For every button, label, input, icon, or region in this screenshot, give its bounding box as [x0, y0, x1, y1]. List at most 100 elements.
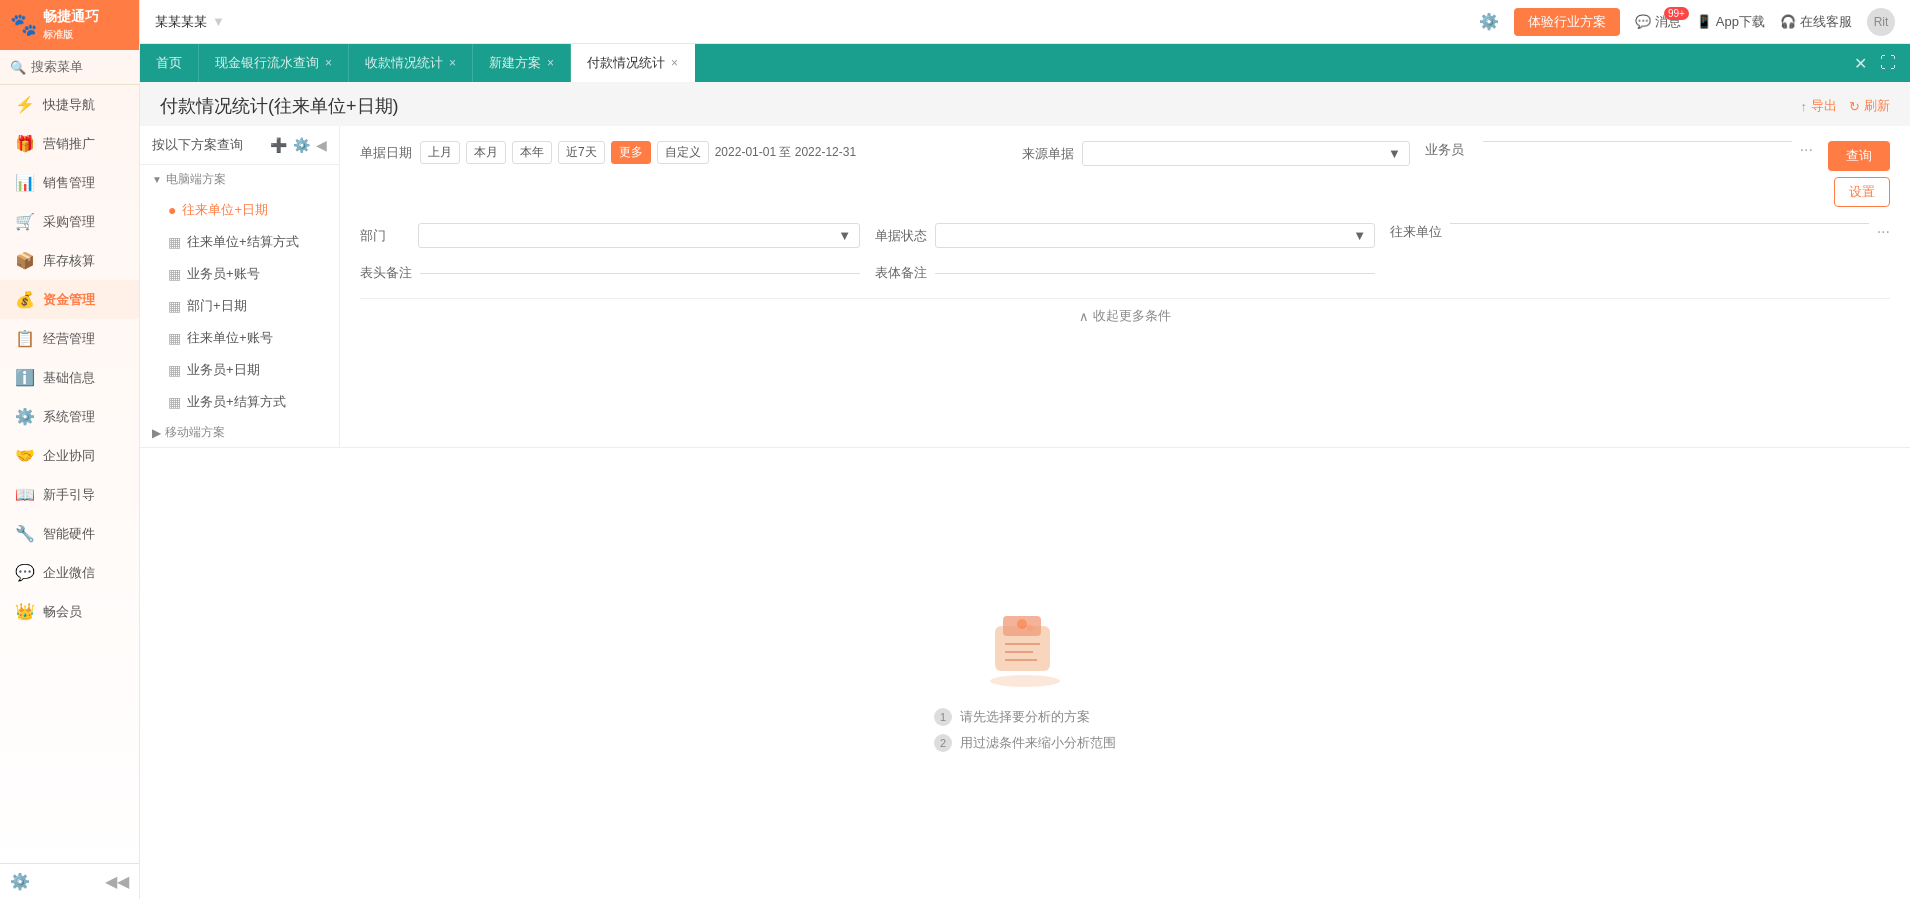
- hardware-icon: 🔧: [15, 524, 35, 543]
- sidebar-item-wechat[interactable]: 💬 企业微信: [0, 553, 139, 592]
- app-download-item[interactable]: 📱 App下载: [1696, 13, 1765, 31]
- avatar-text: Rit: [1874, 15, 1889, 29]
- sidebar-item-management[interactable]: 📋 经营管理: [0, 319, 139, 358]
- scheme-item-6[interactable]: ▦ 业务员+结算方式: [140, 386, 339, 418]
- scheme-group-mobile[interactable]: ▶ 移动端方案: [140, 418, 339, 447]
- message-item[interactable]: 💬 消息 99+: [1635, 13, 1681, 31]
- tab-payments[interactable]: 付款情况统计 ×: [571, 44, 695, 82]
- scheme-item-5-label: 业务员+日期: [187, 361, 260, 379]
- scheme-item-5[interactable]: ▦ 业务员+日期: [140, 354, 339, 386]
- salesman-input[interactable]: [1483, 141, 1792, 142]
- export-button[interactable]: ↑ 导出: [1801, 97, 1838, 115]
- collab-label: 企业协同: [43, 447, 95, 465]
- collapse-sidebar-icon[interactable]: ◀◀: [105, 872, 129, 891]
- gear-icon: ⚙️: [1479, 12, 1499, 31]
- member-icon: 👑: [15, 602, 35, 621]
- salesman-ellipsis[interactable]: ···: [1800, 141, 1813, 159]
- sidebar-item-collab[interactable]: 🤝 企业协同: [0, 436, 139, 475]
- dept-field: 部门 ▼: [360, 223, 860, 248]
- settings-scheme-icon[interactable]: ⚙️: [293, 137, 310, 153]
- filter-inner: 按以下方案查询 ➕ ⚙️ ◀ ▼ 电脑端方案 ● 往来单位+日期: [140, 126, 1910, 447]
- online-service-item[interactable]: 🎧 在线客服: [1780, 13, 1852, 31]
- sidebar-item-system[interactable]: ⚙️ 系统管理: [0, 397, 139, 436]
- partner-input[interactable]: [1450, 223, 1869, 224]
- collapse-bar[interactable]: ∧ 收起更多条件: [360, 298, 1890, 333]
- docstatus-select[interactable]: ▼: [935, 223, 1375, 248]
- tab-cashflow-close[interactable]: ×: [325, 57, 332, 69]
- dept-select[interactable]: ▼: [418, 223, 860, 248]
- date-btn-lastmonth[interactable]: 上月: [420, 141, 460, 164]
- tab-payments-close[interactable]: ×: [671, 57, 678, 69]
- source-field: 来源单据 ▼: [1022, 141, 1410, 166]
- dept-arrow: ▼: [838, 228, 851, 243]
- tab-receipts[interactable]: 收款情况统计 ×: [349, 44, 473, 82]
- topbar-gear[interactable]: ⚙️: [1479, 12, 1499, 31]
- collapse-scheme-icon[interactable]: ◀: [316, 137, 327, 153]
- search-icon: 🔍: [10, 60, 26, 75]
- export-icon: ↑: [1801, 99, 1808, 114]
- sidebar-item-guide[interactable]: 📖 新手引导: [0, 475, 139, 514]
- sidebar-item-base[interactable]: ℹ️ 基础信息: [0, 358, 139, 397]
- page-title: 付款情况统计(往来单位+日期): [160, 94, 399, 118]
- salesman-field: 业务员 ···: [1425, 141, 1813, 159]
- breadcrumb: 某某某某 ▼: [155, 13, 1464, 31]
- close-all-icon[interactable]: ✕: [1850, 54, 1871, 73]
- date-btn-custom[interactable]: 自定义: [657, 141, 709, 164]
- guide-icon: 📖: [15, 485, 35, 504]
- add-scheme-icon[interactable]: ➕: [270, 137, 287, 153]
- filter-row-3: 表头备注 表体备注: [360, 264, 1890, 282]
- filter-section: 按以下方案查询 ➕ ⚙️ ◀ ▼ 电脑端方案 ● 往来单位+日期: [140, 126, 1910, 448]
- partner-ellipsis[interactable]: ···: [1877, 223, 1890, 241]
- source-select[interactable]: ▼: [1082, 141, 1410, 166]
- tab-cashflow[interactable]: 现金银行流水查询 ×: [199, 44, 349, 82]
- tab-home[interactable]: 首页: [140, 44, 199, 82]
- header-note-input[interactable]: [420, 273, 860, 274]
- trial-button[interactable]: 体验行业方案: [1514, 8, 1620, 36]
- user-avatar[interactable]: Rit: [1867, 8, 1895, 36]
- settings-button[interactable]: 设置: [1834, 177, 1890, 207]
- tab-newscheme-close[interactable]: ×: [547, 57, 554, 69]
- search-menu[interactable]: 🔍 搜索菜单: [0, 50, 139, 85]
- app-logo: 🐾 畅捷通巧 标准版: [0, 0, 139, 50]
- body-note-input[interactable]: [935, 273, 1375, 274]
- group-mobile-label: 移动端方案: [165, 424, 225, 441]
- query-button[interactable]: 查询: [1828, 141, 1890, 171]
- tab-receipts-close[interactable]: ×: [449, 57, 456, 69]
- header-note-label: 表头备注: [360, 264, 412, 282]
- scheme-item-0[interactable]: ● 往来单位+日期: [140, 194, 339, 226]
- tab-receipts-label: 收款情况统计: [365, 54, 443, 72]
- sidebar-item-inventory[interactable]: 📦 库存核算: [0, 241, 139, 280]
- sidebar-item-sales[interactable]: 📊 销售管理: [0, 163, 139, 202]
- scheme-item-2[interactable]: ▦ 业务员+账号: [140, 258, 339, 290]
- maximize-icon[interactable]: ⛶: [1876, 54, 1900, 72]
- scheme-item-1[interactable]: ▦ 往来单位+结算方式: [140, 226, 339, 258]
- sidebar-item-finance[interactable]: 💰 资金管理: [0, 280, 139, 319]
- sales-icon: 📊: [15, 173, 35, 192]
- scheme-group-pc[interactable]: ▼ 电脑端方案: [140, 165, 339, 194]
- tabs-bar: 首页 现金银行流水查询 × 收款情况统计 × 新建方案 × 付款情况统计 × ✕…: [140, 44, 1910, 82]
- date-btn-7days[interactable]: 近7天: [558, 141, 605, 164]
- management-label: 经营管理: [43, 330, 95, 348]
- refresh-button[interactable]: ↻ 刷新: [1849, 97, 1890, 115]
- date-btn-thismonth[interactable]: 本月: [466, 141, 506, 164]
- date-btn-thisyear[interactable]: 本年: [512, 141, 552, 164]
- date-btn-more[interactable]: 更多: [611, 141, 651, 164]
- message-badge: 99+: [1664, 7, 1689, 20]
- page-header: 付款情况统计(往来单位+日期) ↑ 导出 ↻ 刷新: [140, 82, 1910, 126]
- sidebar-item-hardware[interactable]: 🔧 智能硬件: [0, 514, 139, 553]
- sidebar-item-quicknav[interactable]: ⚡ 快捷导航: [0, 85, 139, 124]
- date-range-display: 2022-01-01 至 2022-12-31: [715, 144, 856, 161]
- collab-icon: 🤝: [15, 446, 35, 465]
- tab-newscheme[interactable]: 新建方案 ×: [473, 44, 571, 82]
- message-icon: 💬: [1635, 14, 1651, 29]
- finance-icon: 💰: [15, 290, 35, 309]
- scheme-item-4[interactable]: ▦ 往来单位+账号: [140, 322, 339, 354]
- download-icon: 📱: [1696, 14, 1712, 29]
- settings-footer-icon[interactable]: ⚙️: [10, 872, 30, 891]
- group-mobile-arrow: ▶: [152, 426, 161, 440]
- scheme-item-3[interactable]: ▦ 部门+日期: [140, 290, 339, 322]
- sidebar-item-marketing[interactable]: 🎁 营销推广: [0, 124, 139, 163]
- sidebar-item-member[interactable]: 👑 畅会员: [0, 592, 139, 631]
- sidebar-item-purchase[interactable]: 🛒 采购管理: [0, 202, 139, 241]
- hint-text-1: 请先选择要分析的方案: [960, 708, 1090, 726]
